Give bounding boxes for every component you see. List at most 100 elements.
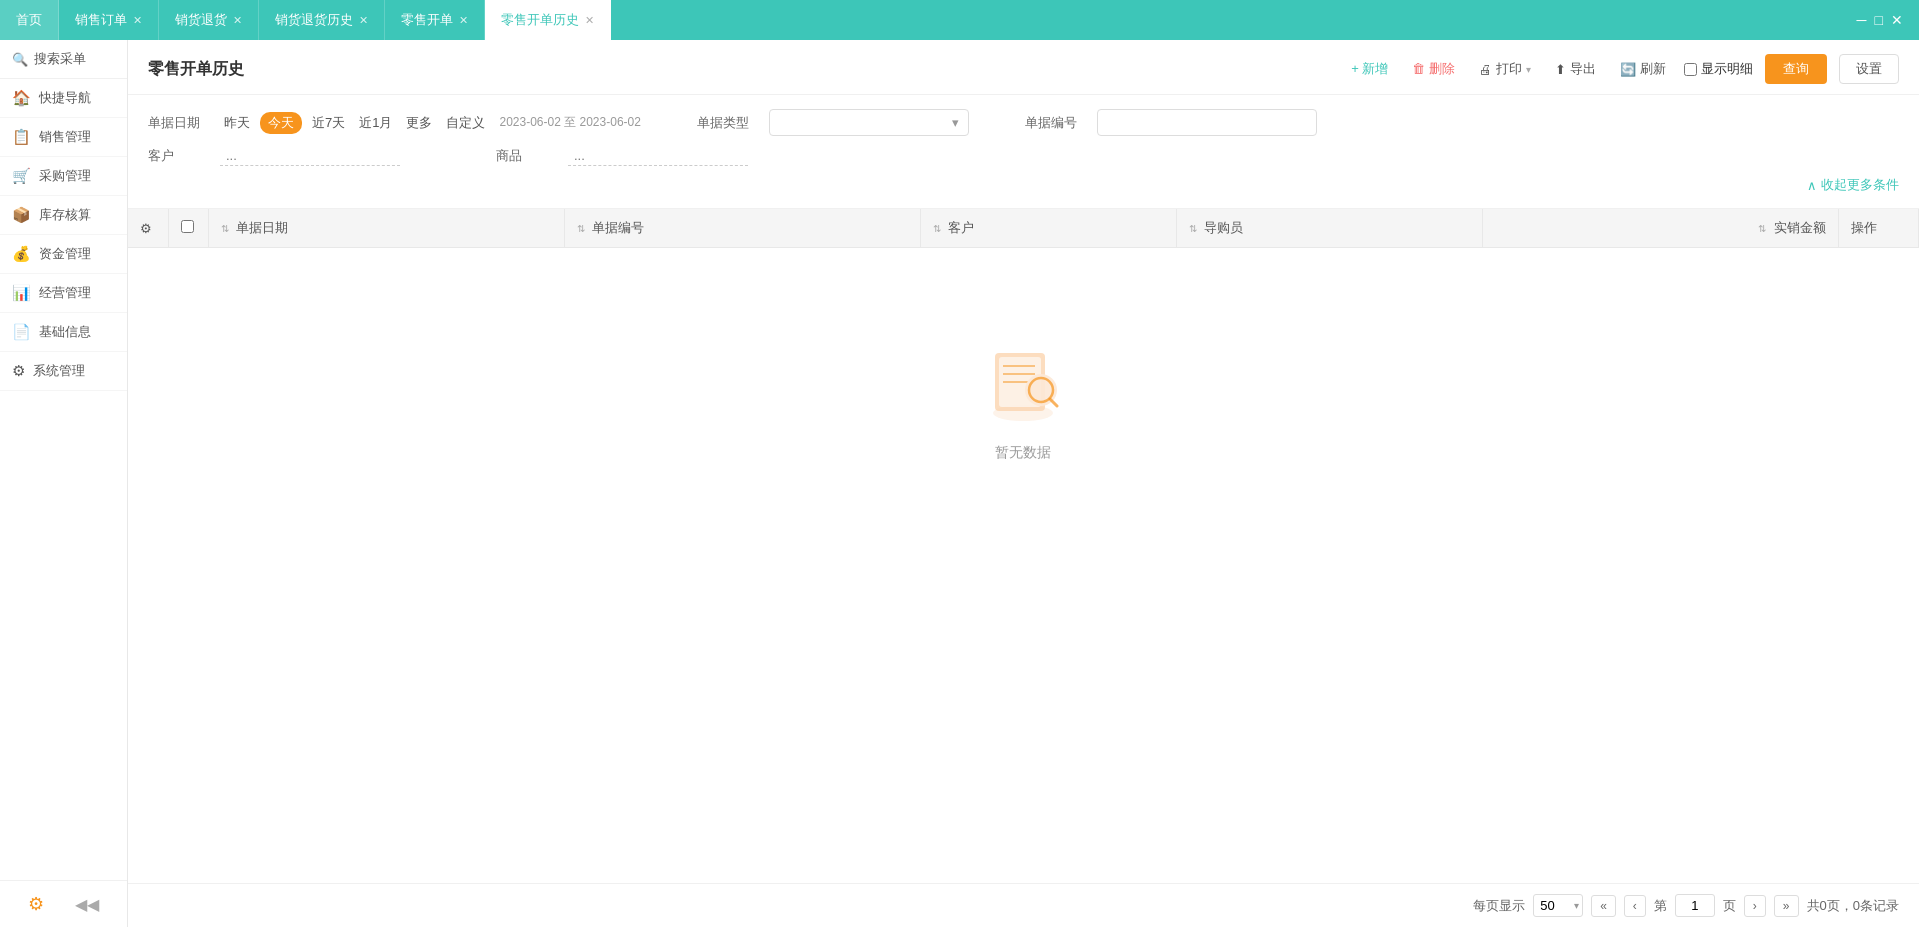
tab-sales-order[interactable]: 销售订单 ✕ (59, 0, 159, 40)
date-today[interactable]: 今天 (260, 112, 302, 134)
date-yesterday[interactable]: 昨天 (220, 112, 254, 134)
collapse-row: ∧ 收起更多条件 (148, 176, 1899, 194)
tab-retail-open-history[interactable]: 零售开单历史 ✕ (485, 0, 611, 40)
th-date[interactable]: ⇅ 单据日期 (208, 209, 564, 248)
add-button[interactable]: + 新增 (1345, 56, 1394, 82)
sidebar-item-purchase-mgmt[interactable]: 🛒 采购管理 (0, 157, 127, 196)
tab-sales-return[interactable]: 销货退货 ✕ (159, 0, 259, 40)
th-actions-label: 操作 (1851, 220, 1877, 235)
sidebar-item-label-sales-mgmt: 销售管理 (39, 128, 91, 146)
page-title: 零售开单历史 (148, 59, 244, 80)
goods-input[interactable] (568, 146, 748, 166)
th-salesperson-label: 导购员 (1204, 220, 1243, 235)
sort-arrows-no: ⇅ (577, 223, 585, 234)
page-info: 共0页，0条记录 (1807, 897, 1899, 915)
doc-type-label: 单据类型 (697, 114, 753, 132)
close-tab-sales-return[interactable]: ✕ (233, 14, 242, 27)
doc-type-select-wrap[interactable] (769, 109, 969, 136)
sidebar-item-basic-info[interactable]: 📄 基础信息 (0, 313, 127, 352)
export-button[interactable]: ⬆ 导出 (1549, 56, 1602, 82)
basic-info-icon: 📄 (12, 323, 31, 341)
sidebar-search[interactable]: 🔍 搜索采单 (0, 40, 127, 79)
sidebar-item-label-inventory: 库存核算 (39, 206, 91, 224)
date-last1m[interactable]: 近1月 (355, 112, 396, 134)
sidebar: 🔍 搜索采单 🏠 快捷导航 📋 销售管理 🛒 采购管理 📦 库存核算 💰 资金管… (0, 40, 128, 927)
svg-line-8 (1050, 399, 1057, 406)
search-icon: 🔍 (12, 52, 28, 67)
close-tab-sales-order[interactable]: ✕ (133, 14, 142, 27)
sort-arrows-date: ⇅ (221, 223, 229, 234)
sidebar-item-finance[interactable]: 💰 资金管理 (0, 235, 127, 274)
date-last7[interactable]: 近7天 (308, 112, 349, 134)
refresh-label: 刷新 (1640, 60, 1666, 78)
finance-icon: 💰 (12, 245, 31, 263)
close-tab-retail-open[interactable]: ✕ (459, 14, 468, 27)
tab-retail-open-history-label: 零售开单历史 (501, 11, 579, 29)
delete-button[interactable]: 🗑 删除 (1406, 56, 1461, 82)
window-minimize[interactable]: ─ (1857, 12, 1867, 28)
th-no[interactable]: ⇅ 单据编号 (564, 209, 920, 248)
table-body: 暂无数据 (128, 248, 1919, 503)
sidebar-item-operations[interactable]: 📊 经营管理 (0, 274, 127, 313)
print-button[interactable]: 🖨 打印 ▾ (1473, 56, 1537, 82)
page-header: 零售开单历史 + 新增 🗑 删除 🖨 打印 ▾ ⬆ 导出 🔄 刷新 (128, 40, 1919, 95)
sort-arrows-customer: ⇅ (933, 223, 941, 234)
nav-tabs: 首页 销售订单 ✕ 销货退货 ✕ 销货退货历史 ✕ 零售开单 ✕ 零售开单历史 … (0, 0, 1841, 40)
collapse-btn[interactable]: ∧ 收起更多条件 (1807, 176, 1899, 194)
query-button[interactable]: 查询 (1765, 54, 1827, 84)
page-label: 第 (1654, 897, 1667, 915)
operations-icon: 📊 (12, 284, 31, 302)
export-label: 导出 (1570, 60, 1596, 78)
th-salesperson[interactable]: ⇅ 导购员 (1176, 209, 1482, 248)
next-page-button[interactable]: › (1744, 895, 1766, 917)
close-tab-retail-open-history[interactable]: ✕ (585, 14, 594, 27)
th-customer[interactable]: ⇅ 客户 (920, 209, 1176, 248)
sidebar-item-inventory[interactable]: 📦 库存核算 (0, 196, 127, 235)
window-close[interactable]: ✕ (1891, 12, 1903, 28)
doc-type-select[interactable] (769, 109, 969, 136)
system-mgmt-icon: ⚙ (12, 362, 25, 380)
sidebar-item-quick-nav[interactable]: 🏠 快捷导航 (0, 79, 127, 118)
prev-page-button[interactable]: ‹ (1624, 895, 1646, 917)
th-checkbox[interactable] (168, 209, 208, 248)
empty-illustration (973, 328, 1073, 428)
doc-no-input[interactable] (1097, 109, 1317, 136)
th-amount[interactable]: ⇅ 实销金额 (1482, 209, 1838, 248)
page-size-select[interactable]: 50 10 20 100 (1533, 894, 1583, 917)
last-page-button[interactable]: » (1774, 895, 1799, 917)
sidebar-search-label: 搜索采单 (34, 50, 86, 68)
select-all-checkbox[interactable] (181, 220, 194, 233)
tab-sales-return-history[interactable]: 销货退货历史 ✕ (259, 0, 385, 40)
date-custom[interactable]: 自定义 (442, 112, 489, 134)
display-detail-checkbox[interactable]: 显示明细 (1684, 60, 1753, 78)
th-actions: 操作 (1839, 209, 1919, 248)
th-date-label: 单据日期 (236, 220, 288, 235)
empty-cell: 暂无数据 (128, 248, 1919, 503)
table-settings-icon[interactable]: ⚙ (140, 221, 152, 236)
close-tab-sales-return-history[interactable]: ✕ (359, 14, 368, 27)
setting-button[interactable]: 设置 (1839, 54, 1899, 84)
doc-no-label: 单据编号 (1025, 114, 1081, 132)
empty-state: 暂无数据 (128, 248, 1919, 502)
tab-retail-open[interactable]: 零售开单 ✕ (385, 0, 485, 40)
first-page-button[interactable]: « (1591, 895, 1616, 917)
page-input[interactable] (1675, 894, 1715, 917)
export-icon: ⬆ (1555, 62, 1566, 77)
sort-arrows-salesperson: ⇅ (1189, 223, 1197, 234)
print-icon: 🖨 (1479, 62, 1492, 77)
sidebar-item-sales-mgmt[interactable]: 📋 销售管理 (0, 118, 127, 157)
sidebar-settings-icon[interactable]: ⚙ (28, 893, 44, 915)
purchase-mgmt-icon: 🛒 (12, 167, 31, 185)
sidebar-item-label-basic-info: 基础信息 (39, 323, 91, 341)
sidebar-collapse-icon[interactable]: ◀◀ (75, 895, 99, 914)
window-maximize[interactable]: □ (1875, 12, 1883, 28)
date-more[interactable]: 更多 (402, 112, 436, 134)
th-settings[interactable]: ⚙ (128, 209, 168, 248)
display-detail-check[interactable] (1684, 63, 1697, 76)
tab-home[interactable]: 首页 (0, 0, 59, 40)
refresh-button[interactable]: 🔄 刷新 (1614, 56, 1672, 82)
display-detail-label: 显示明细 (1701, 60, 1753, 78)
sidebar-item-system-mgmt[interactable]: ⚙ 系统管理 (0, 352, 127, 391)
sidebar-item-label-quick-nav: 快捷导航 (39, 89, 91, 107)
customer-input[interactable] (220, 146, 400, 166)
